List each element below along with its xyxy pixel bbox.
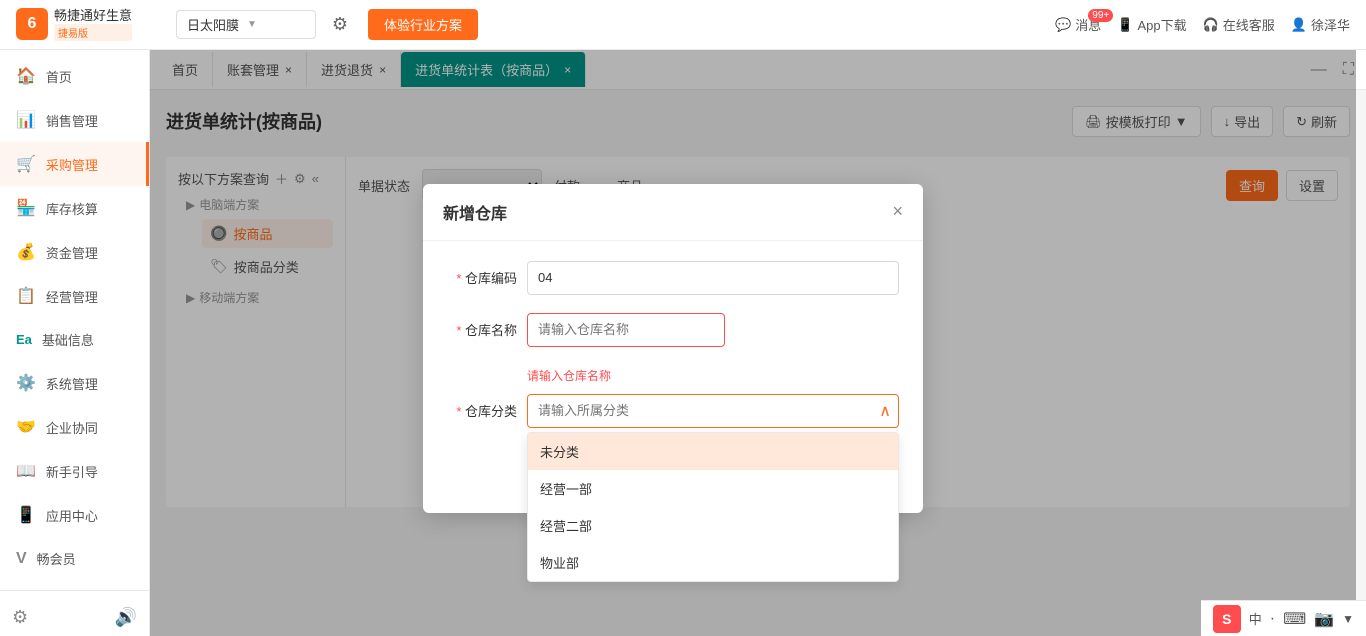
lang-icon[interactable]: 中	[1249, 609, 1262, 628]
trial-button[interactable]: 体验行业方案	[368, 9, 478, 40]
camera-icon[interactable]: 📷	[1314, 609, 1334, 629]
modal-header: 新增仓库 ×	[423, 184, 923, 241]
sidebar-label-inventory: 库存核算	[46, 199, 98, 218]
dropdown-item-1[interactable]: 经营一部	[528, 470, 898, 507]
guide-icon: 📖	[16, 461, 36, 481]
sidebar-item-home[interactable]: 🏠 首页	[0, 54, 149, 98]
notifications-badge: 99+	[1088, 9, 1113, 22]
basic-info-icon: Ea	[16, 332, 32, 347]
sidebar-label-guide: 新手引导	[46, 462, 98, 481]
sidebar-label-vip: 畅会员	[37, 549, 76, 568]
main-layout: 🏠 首页 📊 销售管理 🛒 采购管理 🏪 库存核算 💰 资金管理 📋 经营管理 …	[0, 50, 1366, 636]
settings-icon[interactable]: ⚙	[324, 9, 356, 41]
sidebar-item-system[interactable]: ⚙️ 系统管理	[0, 361, 149, 405]
dot-icon: ·	[1270, 610, 1275, 628]
sidebar-label-app-center: 应用中心	[46, 506, 98, 525]
user-avatar: 👤	[1291, 17, 1307, 33]
sidebar-item-sales[interactable]: 📊 销售管理	[0, 98, 149, 142]
keyboard-icon[interactable]: ⌨	[1283, 609, 1306, 629]
logo-text: 畅捷通好生意	[54, 8, 132, 25]
warehouse-name-input[interactable]	[527, 313, 725, 347]
sidebar-label-home: 首页	[46, 67, 72, 86]
warehouse-type-row: 仓库分类 ∧ 未分类 经营一部 经营二部 物业部	[447, 394, 899, 428]
logo-area: 6 畅捷通好生意 捷易版	[16, 8, 166, 42]
finance-icon: 💰	[16, 242, 36, 262]
inventory-icon: 🏪	[16, 198, 36, 218]
modal-close-btn[interactable]: ×	[892, 201, 903, 222]
main-content: 首页 账套管理 × 进货退货 × 进货单统计表（按商品） × — ⛶ 进货单统计…	[150, 50, 1366, 636]
cooperation-icon: 🤝	[16, 417, 36, 437]
sidebar-item-app-center[interactable]: 📱 应用中心	[0, 493, 149, 537]
speaker-icon[interactable]: 🔊	[115, 607, 137, 628]
dropdown-item-0[interactable]: 未分类	[528, 433, 898, 470]
down-icon[interactable]: ▼	[1342, 612, 1354, 626]
customer-service-btn[interactable]: 🎧 在线客服	[1203, 15, 1275, 34]
system-icon: ⚙️	[16, 373, 36, 393]
store-selector[interactable]: 日太阳膜 ▼	[176, 10, 316, 39]
top-navbar: 6 畅捷通好生意 捷易版 日太阳膜 ▼ ⚙ 体验行业方案 💬 消息 99+ 📱 …	[0, 0, 1366, 50]
modal-title: 新增仓库	[443, 200, 507, 224]
top-nav-right: 💬 消息 99+ 📱 App下载 🎧 在线客服 👤 徐泽华	[1055, 15, 1350, 34]
purchase-icon: 🛒	[16, 154, 36, 174]
content-body: 进货单统计(按商品) 🖨 按模板打印 ▼ ↓ 导出 ↻ 刷新	[150, 90, 1366, 636]
warehouse-name-row: 仓库名称 请输入仓库名称	[447, 313, 899, 366]
home-icon: 🏠	[16, 66, 36, 86]
sidebar-label-system: 系统管理	[46, 374, 98, 393]
sidebar-item-finance[interactable]: 💰 资金管理	[0, 230, 149, 274]
chat-icon: 💬	[1055, 17, 1071, 33]
warehouse-type-label: 仓库分类	[447, 394, 527, 420]
sales-icon: 📊	[16, 110, 36, 130]
warehouse-code-row: 仓库编码	[447, 261, 899, 295]
modal-body: 仓库编码 仓库名称 请输入仓库名称	[423, 241, 923, 448]
operations-icon: 📋	[16, 286, 36, 306]
sidebar-bottom: ⚙ 🔊	[0, 582, 149, 636]
sidebar-label-sales: 销售管理	[46, 111, 98, 130]
warehouse-type-input[interactable]	[527, 394, 899, 428]
settings-bottom-icon[interactable]: ⚙	[12, 607, 28, 628]
username-label: 徐泽华	[1311, 15, 1350, 34]
sidebar-item-guide[interactable]: 📖 新手引导	[0, 449, 149, 493]
status-bar: S 中 · ⌨ 📷 ▼	[1201, 600, 1366, 636]
vip-icon: V	[16, 550, 27, 568]
headset-icon: 🎧	[1203, 17, 1219, 33]
app-download-label: App下载	[1137, 15, 1186, 34]
sidebar-label-finance: 资金管理	[46, 243, 98, 262]
store-selector-arrow: ▼	[247, 19, 257, 30]
dropdown-item-2[interactable]: 经营二部	[528, 507, 898, 544]
sidebar-item-cooperation[interactable]: 🤝 企业协同	[0, 405, 149, 449]
mobile-icon: 📱	[1117, 17, 1133, 33]
warehouse-type-dropdown[interactable]: ∧ 未分类 经营一部 经营二部 物业部	[527, 394, 899, 428]
customer-service-label: 在线客服	[1223, 15, 1275, 34]
warehouse-name-error: 请输入仓库名称	[527, 367, 899, 384]
sidebar-item-purchase[interactable]: 🛒 采购管理	[0, 142, 149, 186]
s-logo: S	[1213, 605, 1241, 633]
sidebar-item-basic-info[interactable]: Ea 基础信息	[0, 318, 149, 361]
sidebar-label-basic-info: 基础信息	[42, 330, 94, 349]
notifications-btn[interactable]: 💬 消息 99+	[1055, 15, 1101, 34]
dropdown-list: 未分类 经营一部 经营二部 物业部	[527, 432, 899, 582]
dropdown-item-3[interactable]: 物业部	[528, 544, 898, 581]
warehouse-name-label: 仓库名称	[447, 313, 527, 339]
sidebar-label-purchase: 采购管理	[46, 155, 98, 174]
app-center-icon: 📱	[16, 505, 36, 525]
sidebar-item-operations[interactable]: 📋 经营管理	[0, 274, 149, 318]
sidebar-item-inventory[interactable]: 🏪 库存核算	[0, 186, 149, 230]
warehouse-code-input[interactable]	[527, 261, 899, 295]
user-btn[interactable]: 👤 徐泽华	[1291, 15, 1350, 34]
sidebar-label-cooperation: 企业协同	[46, 418, 98, 437]
sidebar: 🏠 首页 📊 销售管理 🛒 采购管理 🏪 库存核算 💰 资金管理 📋 经营管理 …	[0, 50, 150, 636]
sidebar-item-vip[interactable]: V 畅会员	[0, 537, 149, 580]
store-name: 日太阳膜	[187, 15, 239, 34]
warehouse-code-label: 仓库编码	[447, 261, 527, 287]
modal-overlay[interactable]: 新增仓库 × 仓库编码 仓库名称	[150, 50, 1356, 636]
logo-icon: 6	[16, 8, 48, 40]
app-download-btn[interactable]: 📱 App下载	[1117, 15, 1186, 34]
logo-sub: 捷易版	[54, 24, 132, 41]
modal-add-warehouse: 新增仓库 × 仓库编码 仓库名称	[423, 184, 923, 513]
sidebar-label-operations: 经营管理	[46, 287, 98, 306]
